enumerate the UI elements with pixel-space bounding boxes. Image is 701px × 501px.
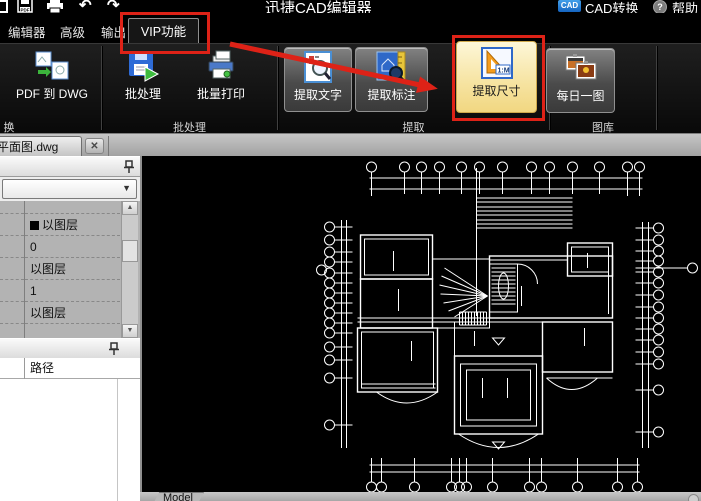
extract-annotation-icon [374,51,410,83]
path-list-body[interactable] [0,379,140,501]
layout-tab-bar: Model [140,492,701,501]
properties-grid: 以图层 0 以图层 1 以图层 ▲ ▼ [0,201,140,338]
grid-cell [0,302,24,324]
batch-process-button[interactable]: 批处理 [112,50,174,106]
document-tab[interactable]: 平面图.dwg [0,136,82,157]
cad-canvas[interactable] [142,156,701,492]
help-icon[interactable]: ? [653,0,667,13]
layer-dropdown[interactable]: ▼ [2,179,137,199]
pdf-to-dwg-icon [34,50,70,82]
grid-row[interactable]: 以图层 [25,214,120,236]
scrollbar[interactable]: ▲ ▼ [121,201,138,338]
grid-row[interactable]: 1 [25,280,120,302]
cad-badge-icon[interactable]: CAD [558,0,581,12]
grid-row[interactable] [25,201,120,214]
clipped-icon[interactable] [0,0,9,13]
path-list-header[interactable]: 路径 [0,358,140,379]
help-button[interactable]: 帮助 [672,0,698,13]
title-bar: PDF ↶ ↷ 迅捷CAD编辑器 CAD CAD转换 ? 帮助 [0,0,701,13]
undo-icon[interactable]: ↶ [79,0,92,13]
panel-header [0,338,140,359]
menu-item-vip[interactable]: VIP功能 [128,18,199,45]
extract-dimension-button[interactable]: 1:M 提取尺寸 [456,41,537,113]
group-separator [277,46,278,130]
window-title: 迅捷CAD编辑器 [265,0,372,13]
grid-cell [0,201,24,214]
group-separator [101,46,102,130]
model-tab[interactable]: Model [152,492,204,501]
batch-print-icon [203,50,239,82]
app-window: PDF ↶ ↷ 迅捷CAD编辑器 CAD CAD转换 ? 帮助 编辑器 高级 输… [0,0,701,501]
menu-item-editor[interactable]: 编辑器 [8,22,46,41]
menu-item-advanced[interactable]: 高级 [60,22,85,41]
extract-dimension-icon: 1:M [479,47,515,79]
scroll-down-icon[interactable]: ▼ [122,324,138,338]
menu-bar: 编辑器 高级 输出 VIP功能 [0,13,701,45]
grid-row[interactable]: 以图层 [25,258,120,280]
scroll-up-icon[interactable]: ▲ [122,201,138,215]
grid-cell [0,280,24,302]
panel-gutter [117,379,118,501]
floor-plan-drawing [316,161,698,492]
daily-image-button[interactable]: 每日一图 [546,48,615,113]
extract-annotation-button[interactable]: 提取标注 [355,47,428,112]
svg-text:PDF: PDF [21,8,30,13]
scrollbar-thumb[interactable] [122,240,138,262]
chevron-down-icon: ▼ [122,183,131,193]
grid-row[interactable]: 以图层 [25,302,120,324]
daily-image-icon [563,52,599,84]
redo-icon[interactable]: ↷ [107,0,120,13]
grid-cell [0,214,24,236]
grid-row[interactable]: 0 [25,236,120,258]
group-separator [656,46,657,130]
pdf-to-dwg-button[interactable]: PDF 到 DWG [6,50,98,106]
svg-text:1:M: 1:M [497,68,509,75]
print-icon[interactable] [47,0,64,13]
panel-header [0,156,140,177]
grid-cell [0,236,24,258]
column-divider [24,358,25,379]
cad-convert-button[interactable]: CAD转换 [585,0,638,13]
pin-icon[interactable] [123,160,136,174]
save-pdf-icon[interactable]: PDF [17,0,34,13]
extract-text-icon [300,51,336,83]
menu-item-output[interactable]: 输出 [101,22,126,41]
statusbar-knob [688,494,699,501]
grid-cell [0,258,24,280]
batch-process-icon [125,50,161,82]
extract-text-button[interactable]: 提取文字 [284,47,352,112]
close-icon[interactable]: ✕ [85,138,104,154]
pin-icon[interactable] [108,342,121,356]
document-tab-bar: 平面图.dwg ✕ [0,133,701,157]
tab-divider [108,136,109,156]
properties-panel: ▼ 以图层 0 以图层 1 以图层 ▲ ▼ 路径 [0,156,142,501]
color-swatch [30,221,39,230]
batch-print-button[interactable]: 批量打印 [184,50,258,106]
